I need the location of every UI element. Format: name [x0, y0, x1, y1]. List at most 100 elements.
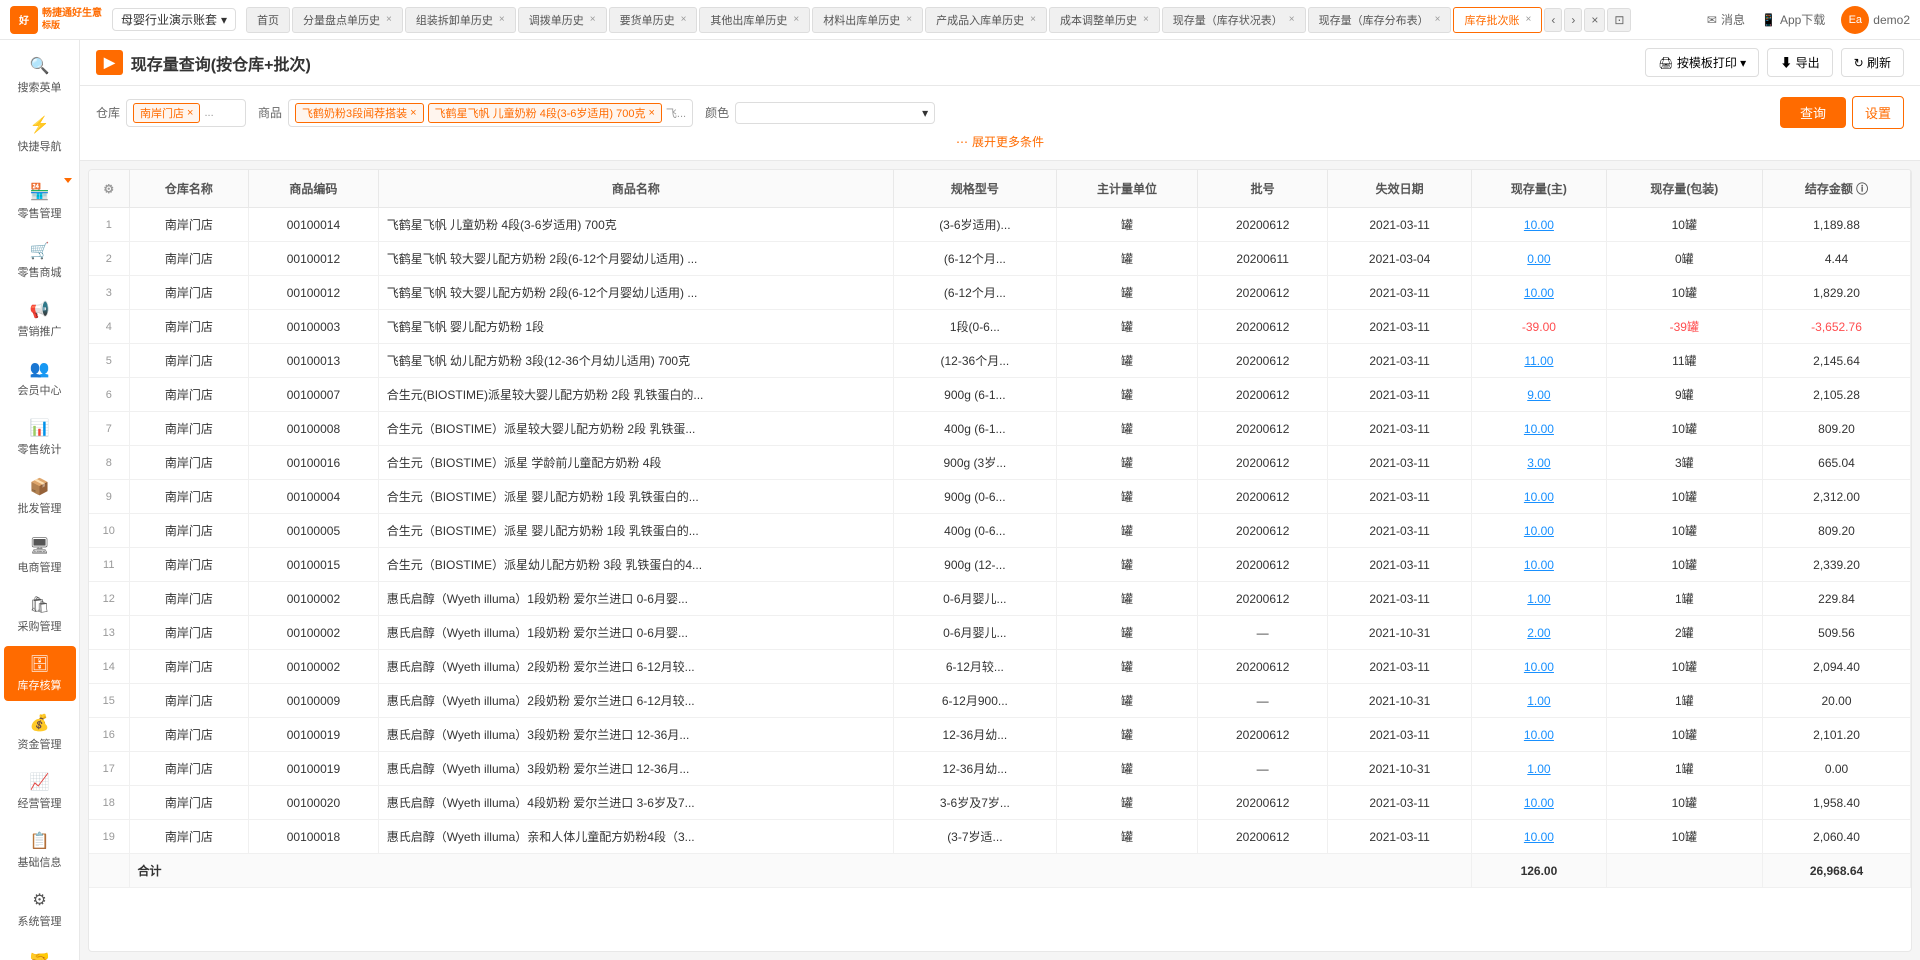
product-tag-0[interactable]: 飞鹤奶粉3段闻荐搭装 × — [295, 103, 424, 123]
tab-cost-adjust[interactable]: 成本调整单历史× — [1049, 7, 1160, 33]
cell-stock-main[interactable]: 10.00 — [1472, 786, 1606, 820]
tab-home[interactable]: 首页 — [246, 7, 290, 33]
cell-stock-main[interactable]: 10.00 — [1472, 820, 1606, 854]
tab-close-other-out[interactable]: × — [793, 14, 799, 25]
product-tag-1[interactable]: 飞鹤星飞帆 儿童奶粉 4段(3-6岁适用) 700克 × — [428, 103, 662, 123]
tab-close-query[interactable]: × — [590, 14, 596, 25]
tab-other-out[interactable]: 其他出库单历史× — [699, 7, 810, 33]
tab-close-cost-adjust[interactable]: × — [1143, 14, 1149, 25]
sidebar-item-system[interactable]: ⚙ 系统管理 — [4, 882, 76, 937]
sidebar-item-enterprise[interactable]: 🤝 企业协同 — [4, 941, 76, 960]
sidebar-item-stats[interactable]: 📊 零售统计 — [4, 410, 76, 465]
cell-stock-main[interactable]: 2.00 — [1472, 616, 1606, 650]
tab-close-product-in[interactable]: × — [1030, 14, 1036, 25]
sidebar-item-members[interactable]: 👥 会员中心 — [4, 351, 76, 406]
color-label: 颜色 — [705, 104, 729, 121]
table-row: 19 南岸门店 00100018 惠氏启醇（Wyeth illuma）亲和人体儿… — [89, 820, 1911, 854]
product-tag-close-0[interactable]: × — [410, 107, 416, 119]
cell-stock-main[interactable]: 10.00 — [1472, 650, 1606, 684]
tab-close-batch[interactable]: × — [1525, 14, 1531, 25]
product-tag-close-1[interactable]: × — [648, 107, 654, 119]
cell-stock-main[interactable]: 10.00 — [1472, 548, 1606, 582]
cell-stock-main[interactable]: 10.00 — [1472, 412, 1606, 446]
tab-query[interactable]: 调拨单历史× — [518, 7, 607, 33]
tab-close-inv-status[interactable]: × — [1289, 14, 1295, 25]
col-unit: 主计量单位 — [1056, 170, 1198, 208]
cell-batch: 20200612 — [1198, 378, 1328, 412]
tab-close-disassemble[interactable]: × — [499, 14, 505, 25]
tab-close-split[interactable]: × — [386, 14, 392, 25]
product-more[interactable]: 飞... — [666, 105, 686, 121]
cell-batch: 20200612 — [1198, 718, 1328, 752]
expand-filter-btn[interactable]: ▶ — [96, 50, 123, 75]
cell-stock-main[interactable]: 10.00 — [1472, 480, 1606, 514]
warehouse-tag-container[interactable]: 南岸门店 × ... — [126, 99, 246, 127]
user-area[interactable]: Ea demo2 — [1841, 6, 1910, 34]
sidebar-item-finance[interactable]: 💰 资金管理 — [4, 705, 76, 760]
tab-close-inv-dist[interactable]: × — [1435, 14, 1441, 25]
cell-warehouse: 南岸门店 — [129, 548, 249, 582]
sidebar-label-operations: 经营管理 — [18, 795, 62, 811]
sidebar-item-wholesale[interactable]: 📦 批发管理 — [4, 469, 76, 524]
tab-nav-left[interactable]: ‹ — [1544, 8, 1562, 32]
warehouse-tag-0[interactable]: 南岸门店 × — [133, 103, 200, 123]
cell-stock-main[interactable]: 10.00 — [1472, 208, 1606, 242]
sidebar-item-inventory[interactable]: 🗄 库存核算 — [4, 646, 76, 701]
table-row: 16 南岸门店 00100019 惠氏启醇（Wyeth illuma）3段奶粉 … — [89, 718, 1911, 752]
tab-requisition[interactable]: 要货单历史× — [609, 7, 698, 33]
cell-stock-main[interactable]: 10.00 — [1472, 514, 1606, 548]
settings-icon[interactable]: ⚙ — [103, 182, 114, 196]
sidebar-item-marketing[interactable]: 📢 营销推广 — [4, 292, 76, 347]
cell-stock-main[interactable]: 1.00 — [1472, 684, 1606, 718]
cell-stock-main[interactable]: 10.00 — [1472, 718, 1606, 752]
cell-balance: 809.20 — [1763, 514, 1911, 548]
warehouse-tag-close[interactable]: × — [187, 107, 193, 119]
setting-btn[interactable]: 设置 — [1852, 96, 1904, 129]
sidebar-item-purchase[interactable]: 🛍 采购管理 — [4, 587, 76, 642]
cell-unit: 罐 — [1056, 820, 1198, 854]
tab-close-material-out[interactable]: × — [906, 14, 912, 25]
tab-batch-voucher[interactable]: 库存批次账× — [1453, 7, 1542, 33]
cell-stock-main: -39.00 — [1472, 310, 1606, 344]
sidebar-item-retail[interactable]: 🏪 零售管理 — [4, 174, 76, 229]
cell-stock-main[interactable]: 1.00 — [1472, 752, 1606, 786]
tab-nav-expand[interactable]: ⊡ — [1607, 8, 1631, 32]
sidebar-item-operations[interactable]: 📈 经营管理 — [4, 764, 76, 819]
sidebar-label-ecommerce: 电商管理 — [18, 559, 62, 575]
search-btn[interactable]: 查询 — [1780, 97, 1846, 128]
mall-icon: 🛒 — [30, 241, 50, 261]
tab-close-requisition[interactable]: × — [681, 14, 687, 25]
sidebar-item-mall[interactable]: 🛒 零售商城 — [4, 233, 76, 288]
tab-material-out[interactable]: 材料出库单历史× — [812, 7, 923, 33]
refresh-btn[interactable]: ↻ 刷新 — [1841, 48, 1904, 77]
cell-stock-main[interactable]: 10.00 — [1472, 276, 1606, 310]
tab-nav-close[interactable]: × — [1584, 8, 1605, 32]
app-download-btn[interactable]: 📱 App下载 — [1761, 11, 1825, 28]
tab-split-inventory[interactable]: 分量盘点单历史× — [292, 7, 403, 33]
print-btn[interactable]: 🖨 按模板打印 ▾ — [1645, 48, 1759, 77]
sidebar-item-shortcuts[interactable]: ⚡ 快捷导航 — [4, 107, 76, 162]
cell-stock-main[interactable]: 11.00 — [1472, 344, 1606, 378]
color-tag-container[interactable]: ▾ — [735, 102, 935, 124]
export-btn[interactable]: ⬇ 导出 — [1767, 48, 1832, 77]
product-tag-container[interactable]: 飞鹤奶粉3段闻荐搭装 × 飞鹤星飞帆 儿童奶粉 4段(3-6岁适用) 700克 … — [288, 99, 693, 127]
cell-expire: 2021-03-11 — [1327, 276, 1471, 310]
cell-spec: 12-36月幼... — [894, 718, 1057, 752]
org-selector[interactable]: 母婴行业演示账套 ▾ — [112, 8, 236, 31]
cell-stock-main[interactable]: 1.00 — [1472, 582, 1606, 616]
tab-inventory-status[interactable]: 现存量（库存状况表）× — [1162, 7, 1306, 33]
expand-conditions[interactable]: ⋯ 展开更多条件 — [96, 133, 1904, 150]
cell-stock-main[interactable]: 0.00 — [1472, 242, 1606, 276]
cell-code: 00100013 — [249, 344, 379, 378]
tab-nav-right[interactable]: › — [1564, 8, 1582, 32]
tab-disassemble[interactable]: 组装拆卸单历史× — [405, 7, 516, 33]
tab-inventory-dist[interactable]: 现存量（库存分布表）× — [1308, 7, 1452, 33]
sidebar-item-search[interactable]: 🔍 搜索英单 — [4, 48, 76, 103]
sidebar-item-basics[interactable]: 📋 基础信息 — [4, 823, 76, 878]
cell-stock-main[interactable]: 3.00 — [1472, 446, 1606, 480]
sidebar-item-ecommerce[interactable]: 🖥 电商管理 — [4, 528, 76, 583]
message-btn[interactable]: ✉ 消息 — [1707, 11, 1745, 28]
tab-product-in[interactable]: 产成品入库单历史× — [925, 7, 1047, 33]
cell-stock-main[interactable]: 9.00 — [1472, 378, 1606, 412]
warehouse-more[interactable]: ... — [204, 107, 213, 119]
